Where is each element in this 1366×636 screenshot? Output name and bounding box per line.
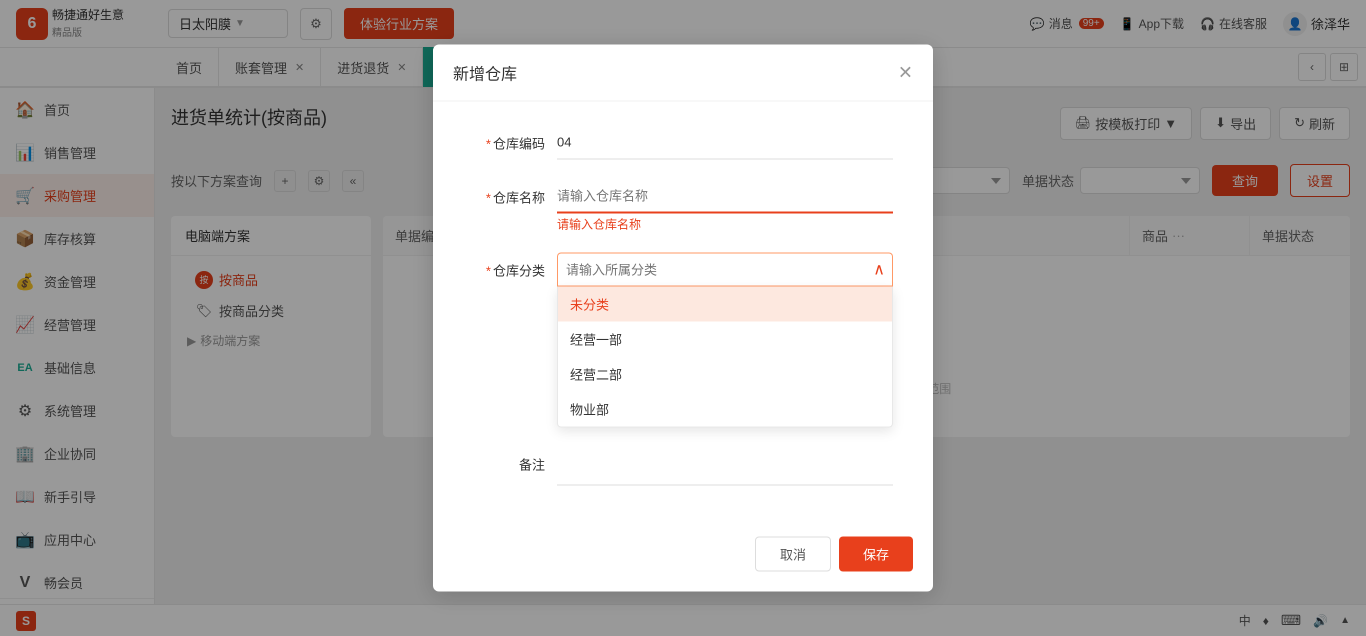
dropdown-item-dept3[interactable]: 物业部 <box>558 392 892 427</box>
category-label: 仓库分类 <box>473 253 545 280</box>
form-row-category: 仓库分类 ∧ 未分类 经营一部 经营二部 物业部 <box>473 253 893 287</box>
form-row-name: 仓库名称 请输入仓库名称 <box>473 180 893 233</box>
add-warehouse-dialog: 新增仓库 ✕ 仓库编码 仓库名称 请输入仓库名称 仓库分类 ∧ <box>433 45 933 592</box>
dialog-title: 新增仓库 <box>453 61 517 85</box>
category-field-wrap: ∧ 未分类 经营一部 经营二部 物业部 <box>557 253 893 287</box>
name-error-msg: 请输入仓库名称 <box>557 216 893 233</box>
cancel-button[interactable]: 取消 <box>755 537 831 572</box>
name-input[interactable] <box>557 180 893 214</box>
dropdown-item-dept2[interactable]: 经营二部 <box>558 357 892 392</box>
dropdown-item-uncategorized[interactable]: 未分类 <box>558 287 892 322</box>
code-field-wrap <box>557 126 893 160</box>
note-textarea[interactable] <box>557 447 893 486</box>
form-row-code: 仓库编码 <box>473 126 893 160</box>
code-input[interactable] <box>557 126 893 160</box>
dialog-close-button[interactable]: ✕ <box>898 62 913 83</box>
name-label: 仓库名称 <box>473 180 545 207</box>
code-label: 仓库编码 <box>473 126 545 153</box>
note-label: 备注 <box>473 447 545 474</box>
category-dropdown: 未分类 经营一部 经营二部 物业部 <box>557 287 893 428</box>
dialog-header: 新增仓库 ✕ <box>433 45 933 102</box>
dropdown-item-dept1[interactable]: 经营一部 <box>558 322 892 357</box>
category-input[interactable] <box>557 253 893 287</box>
name-field-wrap: 请输入仓库名称 <box>557 180 893 233</box>
dialog-footer: 取消 保存 <box>433 525 933 592</box>
form-row-note: 备注 <box>473 447 893 489</box>
save-button[interactable]: 保存 <box>839 537 913 572</box>
dialog-body: 仓库编码 仓库名称 请输入仓库名称 仓库分类 ∧ 未分类 经营一部 经营二部 <box>433 102 933 525</box>
note-field-wrap <box>557 447 893 489</box>
